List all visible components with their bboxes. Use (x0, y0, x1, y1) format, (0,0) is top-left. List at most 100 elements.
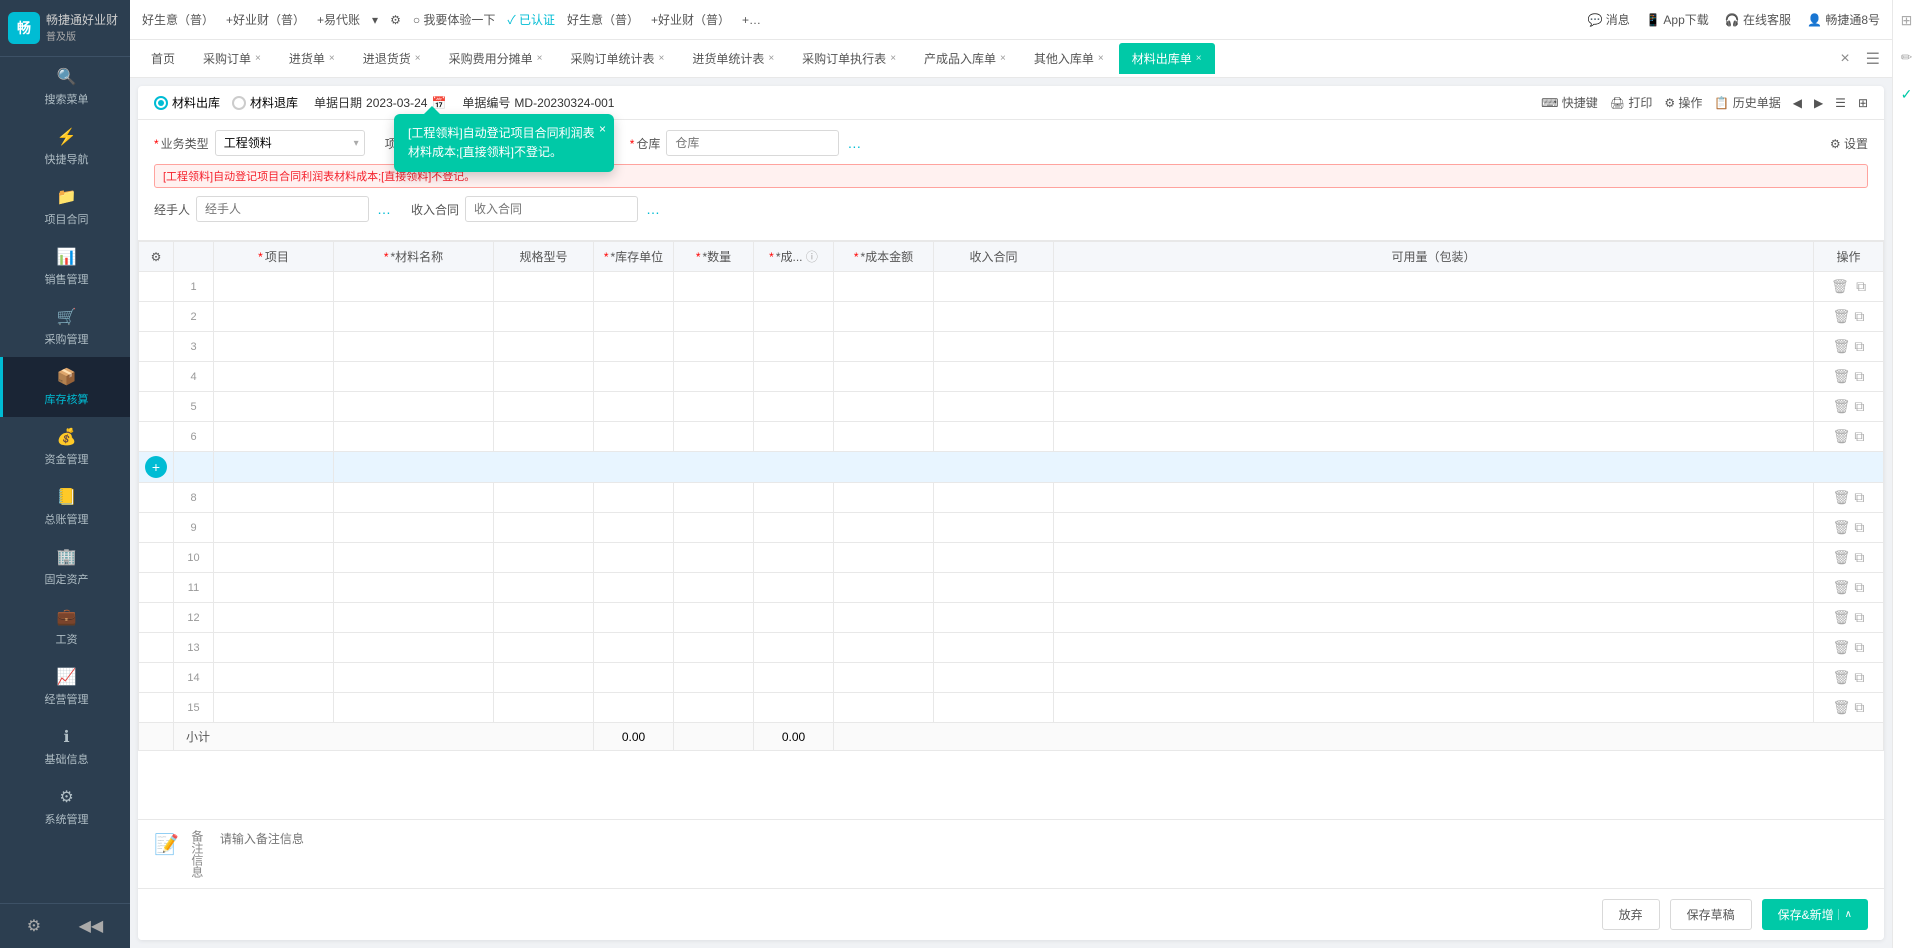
row-delete-btn[interactable]: 🗑 (1829, 276, 1851, 297)
tab-close-all-icon[interactable]: × (1836, 48, 1853, 70)
sidebar-item-search[interactable]: 🔍 搜索菜单 (0, 57, 130, 117)
row-spec[interactable] (494, 573, 594, 603)
row-delete-btn[interactable]: 🗑 (1831, 637, 1853, 658)
sidebar-item-system[interactable]: ⚙ 系统管理 (0, 777, 130, 837)
tab-purchase-exec[interactable]: 采购订单执行表× (789, 43, 909, 74)
tab-other-in[interactable]: 其他入库单× (1021, 43, 1117, 74)
nav-app-download[interactable]: 📱 App下载 (1646, 11, 1709, 28)
row-cost[interactable] (754, 513, 834, 543)
row-income-contract[interactable] (934, 392, 1054, 422)
row-cost-amount[interactable] (834, 483, 934, 513)
right-icon-3[interactable]: ✓ (1897, 82, 1917, 107)
row-cost[interactable] (754, 362, 834, 392)
row-name[interactable] (334, 603, 494, 633)
operation-btn[interactable]: ⚙ 操作 (1664, 94, 1702, 111)
nav-online-service[interactable]: 🎧 在线客服 (1725, 11, 1791, 28)
row-qty[interactable] (674, 573, 754, 603)
list-view-icon[interactable]: ☰ (1835, 96, 1846, 110)
row-name[interactable] (334, 543, 494, 573)
row-copy-btn[interactable]: ⧉ (1852, 577, 1866, 598)
nav-plus1[interactable]: +好业财（普） (226, 11, 305, 28)
row-project[interactable] (214, 392, 334, 422)
row-income-contract[interactable] (934, 663, 1054, 693)
handler-dots-icon[interactable]: … (377, 201, 391, 217)
sidebar-item-inventory[interactable]: 📦 库存核算 (0, 357, 130, 417)
row-cost-amount[interactable] (834, 332, 934, 362)
row-unit[interactable] (594, 513, 674, 543)
row-qty[interactable] (674, 362, 754, 392)
warehouse-input[interactable] (666, 130, 839, 156)
tab-close-icon[interactable]: × (768, 53, 774, 64)
sidebar-item-assets[interactable]: 🏢 固定资产 (0, 537, 130, 597)
tab-inbound-stats[interactable]: 进货单统计表× (679, 43, 787, 74)
row-delete-btn[interactable]: 🗑 (1831, 607, 1853, 628)
radio-material-out[interactable]: 材料出库 (154, 94, 220, 111)
row-cost-amount[interactable] (834, 573, 934, 603)
detail-view-icon[interactable]: ⊞ (1858, 96, 1868, 110)
nav-haoshengyi[interactable]: 好生意（普） (142, 11, 214, 28)
warehouse-dots-icon[interactable]: … (847, 135, 861, 151)
row-name[interactable] (334, 272, 494, 302)
row-spec[interactable] (494, 392, 594, 422)
row-name[interactable] (334, 513, 494, 543)
row-spec[interactable] (494, 332, 594, 362)
row-income-contract[interactable] (934, 513, 1054, 543)
row-spec[interactable] (494, 422, 594, 452)
row-cost[interactable] (754, 603, 834, 633)
row-unit[interactable] (594, 332, 674, 362)
nav-dropdown[interactable]: ▾ (372, 13, 378, 27)
row-unit[interactable] (594, 693, 674, 723)
business-type-select[interactable]: 工程领料 直接领料 (215, 130, 365, 156)
row-delete-btn[interactable]: 🗑 (1831, 426, 1853, 447)
tab-close-icon[interactable]: × (537, 53, 543, 64)
row-cost[interactable] (754, 663, 834, 693)
sidebar-item-basic[interactable]: ℹ 基础信息 (0, 717, 130, 777)
row-project[interactable] (214, 513, 334, 543)
nav-settings[interactable]: ⚙ (390, 13, 401, 27)
row-cost[interactable] (754, 633, 834, 663)
nav-plus2[interactable]: +易代账 (317, 11, 360, 28)
row-income-contract[interactable] (934, 603, 1054, 633)
row-project[interactable] (214, 302, 334, 332)
row-qty[interactable] (674, 693, 754, 723)
row-income-contract[interactable] (934, 633, 1054, 663)
row-name[interactable] (334, 483, 494, 513)
row-cost-amount[interactable] (834, 543, 934, 573)
prev-icon[interactable]: ◀ (1793, 96, 1802, 110)
row-name[interactable] (334, 633, 494, 663)
row-unit[interactable] (594, 573, 674, 603)
nav-haoshengyi2[interactable]: 好生意（普） (567, 11, 639, 28)
row-copy-btn[interactable]: ⧉ (1854, 276, 1868, 297)
radio-material-return[interactable]: 材料退库 (232, 94, 298, 111)
row-unit[interactable] (594, 422, 674, 452)
row-copy-btn[interactable]: ⧉ (1852, 697, 1866, 718)
nav-plus3[interactable]: +好业财（普） (651, 11, 730, 28)
row-spec[interactable] (494, 693, 594, 723)
row-cost-amount[interactable] (834, 302, 934, 332)
sidebar-item-business[interactable]: 📈 经营管理 (0, 657, 130, 717)
sidebar-item-quick[interactable]: ⚡ 快捷导航 (0, 117, 130, 177)
row-project[interactable] (214, 693, 334, 723)
row-copy-btn[interactable]: ⧉ (1852, 547, 1866, 568)
row-cost-amount[interactable] (834, 663, 934, 693)
row-cost[interactable] (754, 543, 834, 573)
row-name[interactable] (334, 332, 494, 362)
row-unit[interactable] (594, 362, 674, 392)
print-btn[interactable]: 🖨 打印 (1610, 94, 1653, 111)
row-project[interactable] (214, 603, 334, 633)
sidebar-item-finance[interactable]: 💰 资金管理 (0, 417, 130, 477)
sidebar-item-purchase[interactable]: 🛒 采购管理 (0, 297, 130, 357)
row-spec[interactable] (494, 663, 594, 693)
tab-close-icon[interactable]: × (1098, 53, 1104, 64)
row-spec[interactable] (494, 483, 594, 513)
row-cost-amount[interactable] (834, 422, 934, 452)
row-project[interactable] (214, 573, 334, 603)
row-cost-amount[interactable] (834, 272, 934, 302)
row-cost[interactable] (754, 332, 834, 362)
row-unit[interactable] (594, 392, 674, 422)
row-unit[interactable] (594, 603, 674, 633)
row-qty[interactable] (674, 302, 754, 332)
row-copy-btn[interactable]: ⧉ (1852, 306, 1866, 327)
nav-user[interactable]: 👤 畅捷通8号 (1807, 11, 1880, 28)
row-copy-btn[interactable]: ⧉ (1852, 336, 1866, 357)
